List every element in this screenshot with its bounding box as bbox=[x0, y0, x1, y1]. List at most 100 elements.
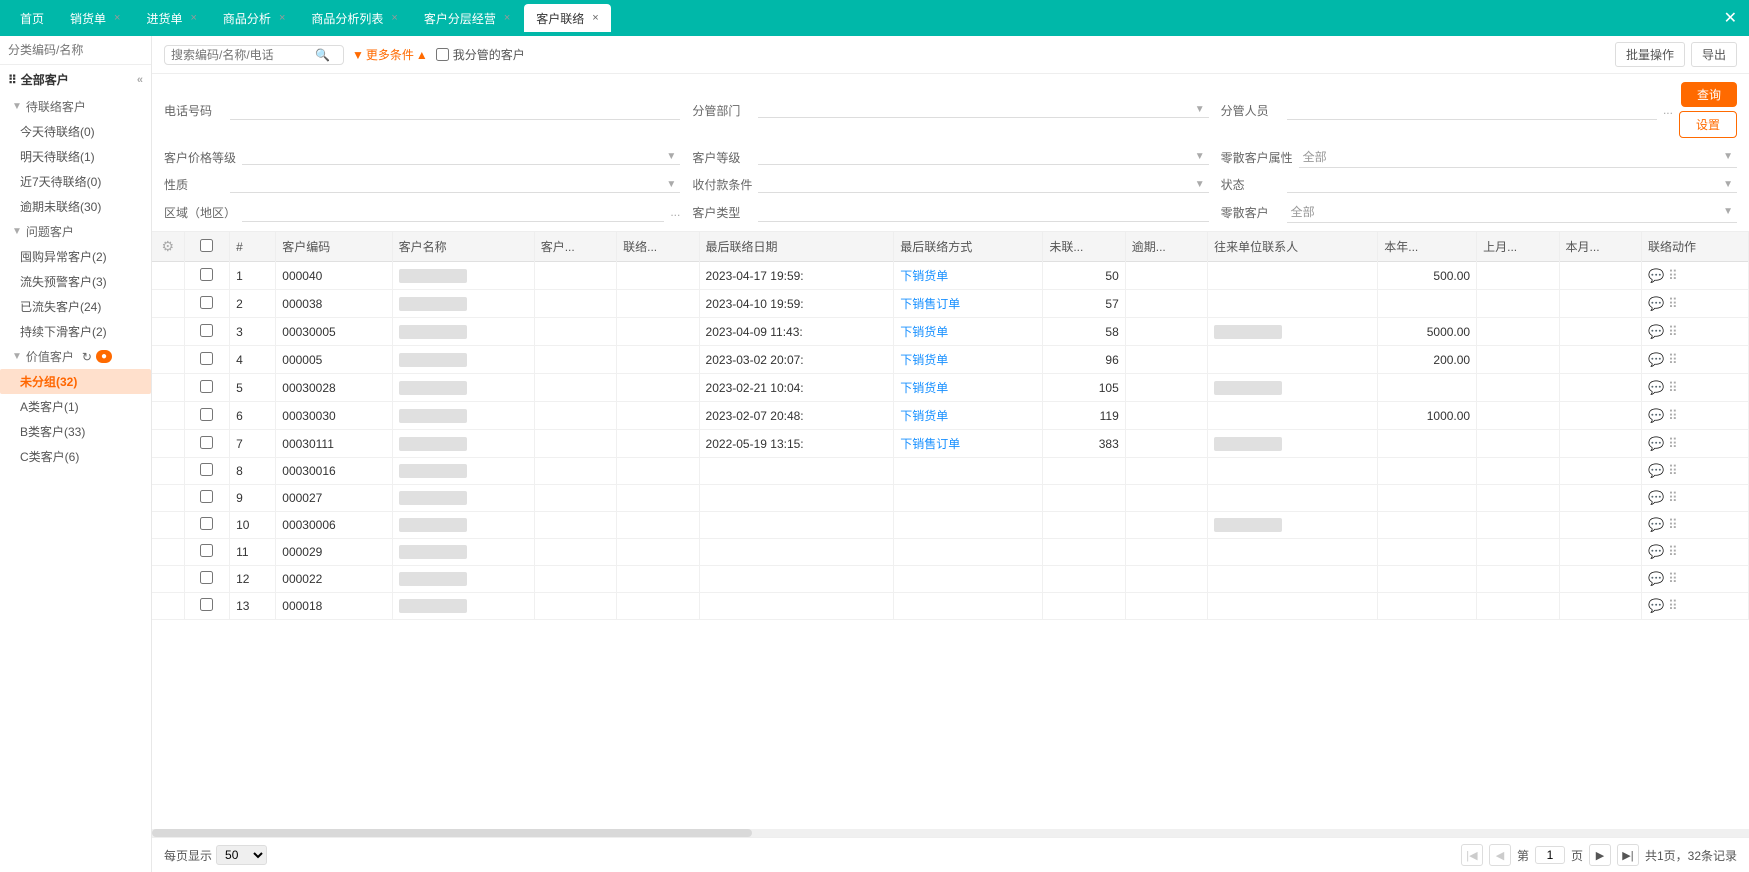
close-goods-analysis-tab[interactable]: × bbox=[279, 12, 285, 24]
row-checkbox[interactable] bbox=[200, 598, 213, 611]
more-action-icon[interactable]: ⠿ bbox=[1668, 380, 1678, 396]
row-checkbox[interactable] bbox=[200, 352, 213, 365]
tab-goods-analysis-list[interactable]: 商品分析列表 × bbox=[299, 4, 409, 32]
filter-region-input[interactable] bbox=[242, 203, 664, 222]
row-checkbox[interactable] bbox=[200, 571, 213, 584]
last-method-link[interactable]: 下销货单 bbox=[900, 325, 948, 339]
select-all-checkbox[interactable] bbox=[200, 239, 213, 252]
filter-scatter-customer-select[interactable]: 全部 ▼ bbox=[1287, 201, 1737, 223]
more-action-icon[interactable]: ⠿ bbox=[1668, 571, 1678, 587]
next-page-btn[interactable]: ▶ bbox=[1589, 844, 1611, 866]
last-method-link[interactable]: 下销货单 bbox=[900, 381, 948, 395]
last-method-link[interactable]: 下销售订单 bbox=[900, 437, 960, 451]
row-checkbox[interactable] bbox=[200, 517, 213, 530]
sidebar-item-today-pending[interactable]: 今天待联络(0) bbox=[0, 119, 151, 144]
close-purchase-tab[interactable]: × bbox=[190, 12, 196, 24]
scrollbar-thumb[interactable] bbox=[152, 829, 752, 837]
chat-icon[interactable]: 💬 bbox=[1648, 408, 1664, 424]
last-method-link[interactable]: 下销售订单 bbox=[900, 297, 960, 311]
chat-icon[interactable]: 💬 bbox=[1648, 352, 1664, 368]
export-button[interactable]: 导出 bbox=[1691, 42, 1737, 67]
close-goods-analysis-list-tab[interactable]: × bbox=[391, 12, 397, 24]
my-customers-checkbox[interactable] bbox=[436, 48, 449, 61]
filter-customer-type-input[interactable] bbox=[758, 203, 1208, 222]
tab-purchase[interactable]: 进货单 × bbox=[134, 4, 208, 32]
close-sales-tab[interactable]: × bbox=[114, 12, 120, 24]
all-customers-header[interactable]: ⠿ 全部客户 « bbox=[0, 65, 151, 94]
more-action-icon[interactable]: ⠿ bbox=[1668, 352, 1678, 368]
sidebar-item-warning[interactable]: 流失预警客户(3) bbox=[0, 269, 151, 294]
filter-search-input[interactable] bbox=[171, 48, 311, 62]
row-checkbox[interactable] bbox=[200, 268, 213, 281]
per-page-select[interactable]: 50 100 200 bbox=[216, 845, 267, 865]
sidebar-item-7days-pending[interactable]: 近7天待联络(0) bbox=[0, 169, 151, 194]
chat-icon[interactable]: 💬 bbox=[1648, 380, 1664, 396]
filter-payment-select[interactable]: ▼ bbox=[758, 177, 1208, 193]
row-checkbox[interactable] bbox=[200, 490, 213, 503]
sidebar-group-pending[interactable]: ▼ 待联络客户 bbox=[0, 94, 151, 119]
query-button[interactable]: 查询 bbox=[1681, 82, 1737, 107]
tab-customer-contact[interactable]: 客户联络 × bbox=[524, 4, 610, 32]
filter-manager-ellipsis[interactable]: ... bbox=[1663, 103, 1673, 117]
more-conditions-btn[interactable]: ▼ 更多条件 ▲ bbox=[352, 46, 428, 63]
chat-icon[interactable]: 💬 bbox=[1648, 296, 1664, 312]
sidebar-item-overdue[interactable]: 逾期未联络(30) bbox=[0, 194, 151, 219]
row-checkbox[interactable] bbox=[200, 324, 213, 337]
chat-icon[interactable]: 💬 bbox=[1648, 571, 1664, 587]
last-page-btn[interactable]: ▶| bbox=[1617, 844, 1639, 866]
row-checkbox[interactable] bbox=[200, 296, 213, 309]
filter-customer-level-select[interactable]: ▼ bbox=[758, 149, 1208, 165]
more-action-icon[interactable]: ⠿ bbox=[1668, 490, 1678, 506]
first-page-btn[interactable]: |◀ bbox=[1461, 844, 1483, 866]
row-checkbox[interactable] bbox=[200, 408, 213, 421]
more-action-icon[interactable]: ⠿ bbox=[1668, 408, 1678, 424]
refresh-icon[interactable]: ↻ bbox=[82, 350, 92, 364]
more-action-icon[interactable]: ⠿ bbox=[1668, 436, 1678, 452]
batch-op-button[interactable]: 批量操作 bbox=[1615, 42, 1685, 67]
more-action-icon[interactable]: ⠿ bbox=[1668, 463, 1678, 479]
chat-icon[interactable]: 💬 bbox=[1648, 544, 1664, 560]
close-window-icon[interactable]: ✕ bbox=[1720, 4, 1741, 32]
my-customers-checkbox-label[interactable]: 我分管的客户 bbox=[436, 46, 525, 63]
more-action-icon[interactable]: ⠿ bbox=[1668, 296, 1678, 312]
page-input[interactable] bbox=[1535, 846, 1565, 864]
more-action-icon[interactable]: ⠿ bbox=[1668, 598, 1678, 614]
close-customer-tier-tab[interactable]: × bbox=[504, 12, 510, 24]
last-method-link[interactable]: 下销货单 bbox=[900, 269, 948, 283]
sidebar-search-input[interactable] bbox=[8, 43, 152, 57]
prev-page-btn[interactable]: ◀ bbox=[1489, 844, 1511, 866]
filter-dept-select[interactable]: ▼ bbox=[758, 102, 1208, 118]
chat-icon[interactable]: 💬 bbox=[1648, 490, 1664, 506]
reset-button[interactable]: 设置 bbox=[1679, 111, 1737, 138]
row-checkbox[interactable] bbox=[200, 544, 213, 557]
sidebar-item-abnormal[interactable]: 囤购异常客户(2) bbox=[0, 244, 151, 269]
filter-nature-select[interactable]: ▼ bbox=[230, 177, 680, 193]
filter-manager-input[interactable] bbox=[1287, 101, 1657, 120]
chat-icon[interactable]: 💬 bbox=[1648, 517, 1664, 533]
row-checkbox[interactable] bbox=[200, 436, 213, 449]
sidebar-item-a-class[interactable]: A类客户(1) bbox=[0, 394, 151, 419]
row-checkbox[interactable] bbox=[200, 380, 213, 393]
chat-icon[interactable]: 💬 bbox=[1648, 324, 1664, 340]
filter-price-level-select[interactable]: ▼ bbox=[242, 149, 680, 165]
row-checkbox[interactable] bbox=[200, 463, 213, 476]
sidebar-item-no-group[interactable]: 未分组(32) bbox=[0, 369, 151, 394]
more-action-icon[interactable]: ⠿ bbox=[1668, 268, 1678, 284]
close-customer-contact-tab[interactable]: × bbox=[592, 12, 598, 24]
last-method-link[interactable]: 下销货单 bbox=[900, 409, 948, 423]
tab-home[interactable]: 首页 bbox=[8, 4, 56, 32]
horizontal-scrollbar[interactable] bbox=[152, 829, 1749, 837]
sidebar-item-lost[interactable]: 已流失客户(24) bbox=[0, 294, 151, 319]
sidebar-group-value[interactable]: ▼ 价值客户 ↻ ● bbox=[0, 344, 151, 369]
more-action-icon[interactable]: ⠿ bbox=[1668, 517, 1678, 533]
sidebar-item-tomorrow-pending[interactable]: 明天待联络(1) bbox=[0, 144, 151, 169]
sidebar-item-c-class[interactable]: C类客户(6) bbox=[0, 444, 151, 469]
last-method-link[interactable]: 下销货单 bbox=[900, 353, 948, 367]
sidebar-group-problem[interactable]: ▼ 问题客户 bbox=[0, 219, 151, 244]
filter-scatter-attr-select[interactable]: 全部 ▼ bbox=[1299, 146, 1737, 168]
chat-icon[interactable]: 💬 bbox=[1648, 436, 1664, 452]
more-action-icon[interactable]: ⠿ bbox=[1668, 544, 1678, 560]
tab-customer-tier[interactable]: 客户分层经营 × bbox=[412, 4, 522, 32]
filter-region-ellipsis[interactable]: ... bbox=[670, 205, 680, 219]
chat-icon[interactable]: 💬 bbox=[1648, 268, 1664, 284]
